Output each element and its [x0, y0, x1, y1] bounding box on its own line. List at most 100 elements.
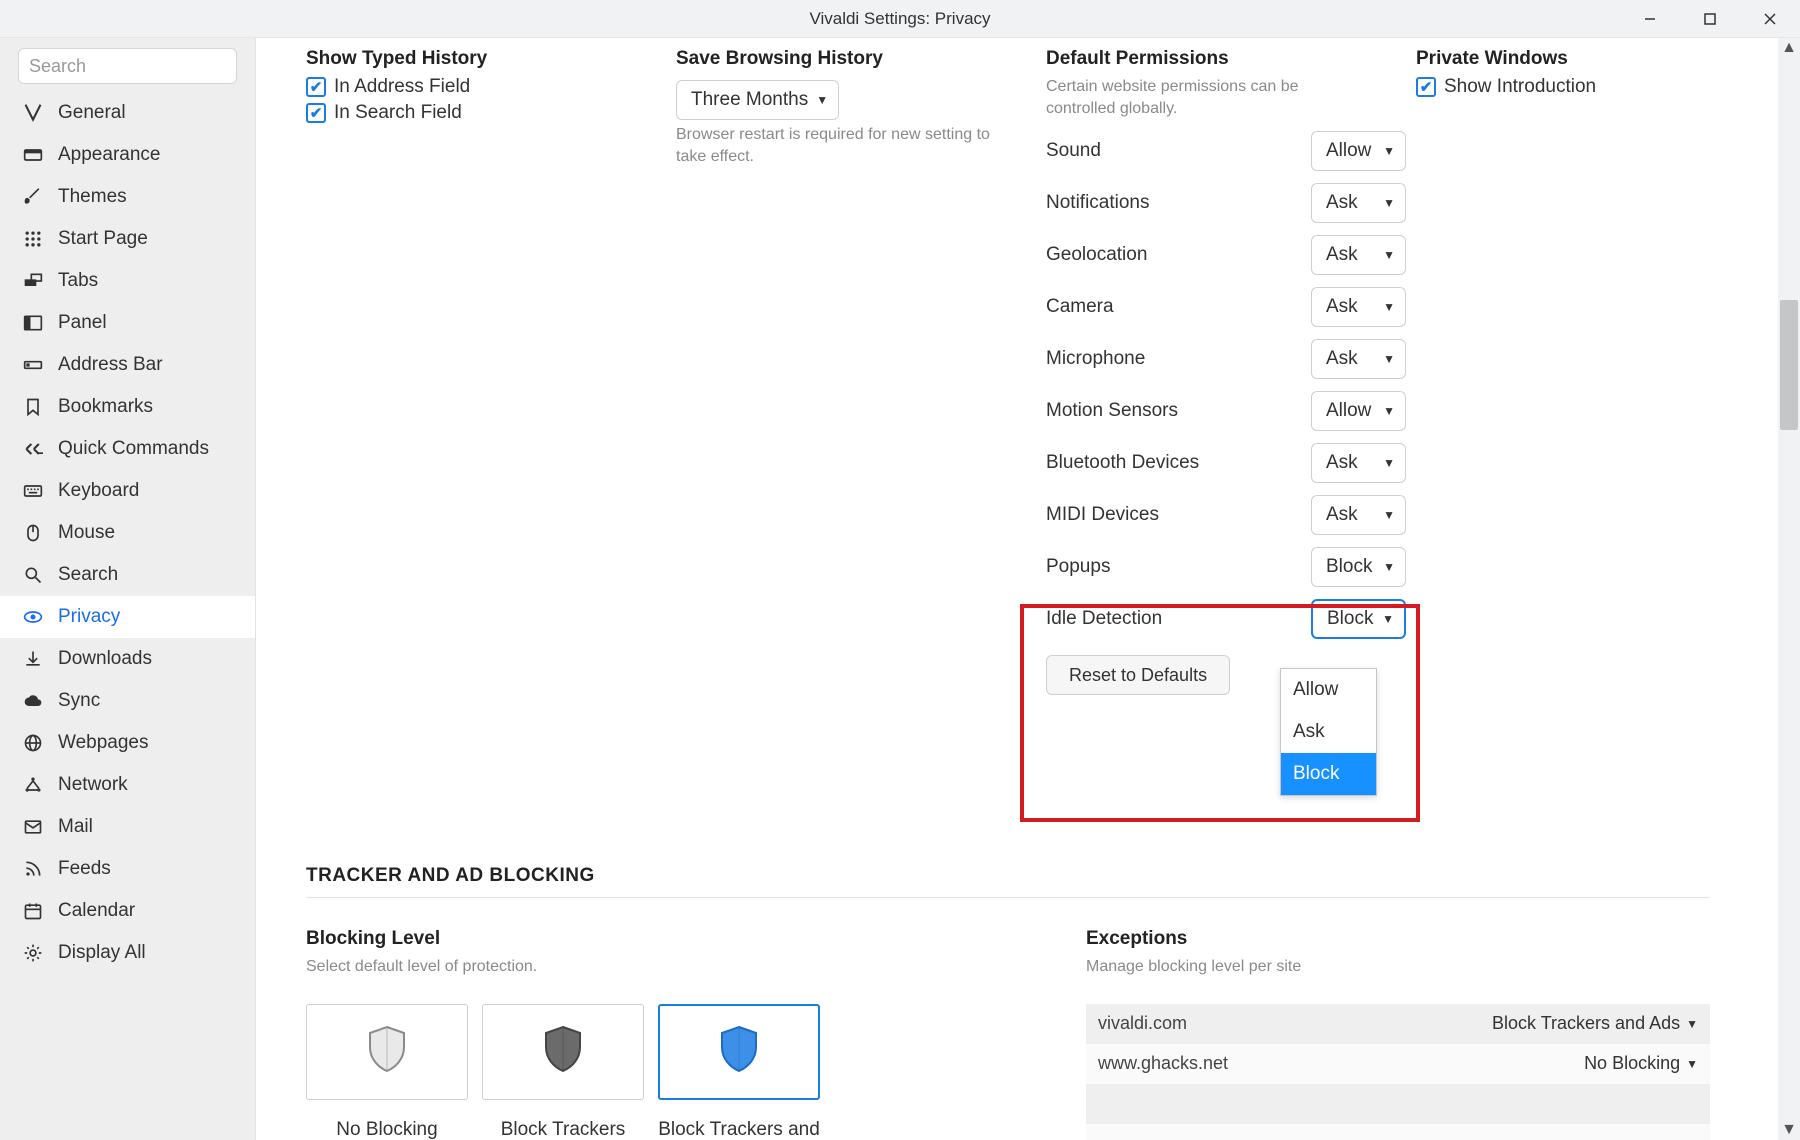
- sidebar-item-label: Quick Commands: [58, 438, 209, 460]
- scroll-thumb[interactable]: [1780, 300, 1798, 430]
- blocking-level-box[interactable]: [482, 1004, 644, 1100]
- dropdown-option-allow[interactable]: Allow: [1281, 669, 1376, 711]
- permission-select-midi-devices[interactable]: Ask▼: [1311, 495, 1406, 535]
- permission-label: Sound: [1046, 140, 1101, 162]
- permission-select-notifications[interactable]: Ask▼: [1311, 183, 1406, 223]
- sidebar-item-downloads[interactable]: Downloads: [0, 638, 255, 680]
- gear-icon: [22, 942, 44, 964]
- sidebar-item-general[interactable]: General: [0, 92, 255, 134]
- select-value: Allow: [1326, 400, 1371, 422]
- scrollbar[interactable]: ▲ ▼: [1778, 38, 1800, 1140]
- show-introduction-checkbox[interactable]: Show Introduction: [1416, 76, 1710, 98]
- permission-select-bluetooth-devices[interactable]: Ask▼: [1311, 443, 1406, 483]
- private-windows-heading: Private Windows: [1416, 48, 1710, 70]
- sidebar-item-search[interactable]: Search: [0, 554, 255, 596]
- permission-row-midi-devices: MIDI Devices Ask▼: [1046, 495, 1406, 535]
- typed-history-search-checkbox[interactable]: In Search Field: [306, 102, 666, 124]
- sidebar-item-tabs[interactable]: Tabs: [0, 260, 255, 302]
- sidebar-item-label: Panel: [58, 312, 107, 334]
- tracker-section-heading: TRACKER AND AD BLOCKING: [306, 865, 1710, 887]
- dropdown-option-ask[interactable]: Ask: [1281, 711, 1376, 753]
- check-icon: [1416, 77, 1436, 97]
- minimize-button[interactable]: [1620, 0, 1680, 37]
- sidebar-item-label: Mail: [58, 816, 93, 838]
- mail-icon: [22, 816, 44, 838]
- caret-down-icon: ▼: [1383, 144, 1395, 158]
- typed-history-heading: Show Typed History: [306, 48, 666, 70]
- permission-select-geolocation[interactable]: Ask ▼: [1311, 235, 1406, 275]
- permission-row-motion-sensors: Motion SensorsAllow▼: [1046, 391, 1406, 431]
- exception-row[interactable]: www.ghacks.net No Blocking ▼: [1086, 1044, 1710, 1084]
- sidebar-item-label: Bookmarks: [58, 396, 153, 418]
- search-input[interactable]: [18, 48, 237, 84]
- permission-label: Geolocation: [1046, 244, 1147, 266]
- sidebar-item-panel[interactable]: Panel: [0, 302, 255, 344]
- titlebar: Vivaldi Settings: Privacy: [0, 0, 1800, 38]
- caret-down-icon: ▼: [1383, 560, 1395, 574]
- exception-row[interactable]: vivaldi.com Block Trackers and Ads ▼: [1086, 1004, 1710, 1044]
- exception-site: vivaldi.com: [1098, 1013, 1187, 1034]
- permission-select-sound[interactable]: Allow▼: [1311, 131, 1406, 171]
- close-button[interactable]: [1740, 0, 1800, 37]
- caret-down-icon: ▼: [1383, 248, 1395, 262]
- permission-select-camera[interactable]: Ask▼: [1311, 287, 1406, 327]
- exception-value-select[interactable]: Block Trackers and Ads ▼: [1492, 1013, 1698, 1034]
- select-value: Ask: [1326, 348, 1358, 370]
- sidebar-item-calendar[interactable]: Calendar: [0, 890, 255, 932]
- typed-history-address-checkbox[interactable]: In Address Field: [306, 76, 666, 98]
- dropdown-option-block[interactable]: Block: [1281, 753, 1376, 795]
- sidebar-item-quick-commands[interactable]: Quick Commands: [0, 428, 255, 470]
- scroll-down-button[interactable]: ▼: [1778, 1120, 1800, 1140]
- browsing-history-select[interactable]: Three Months ▼: [676, 80, 839, 120]
- feeds-icon: [22, 858, 44, 880]
- sidebar-item-network[interactable]: Network: [0, 764, 255, 806]
- sidebar-item-sync[interactable]: Sync: [0, 680, 255, 722]
- caret-down-icon: ▼: [1383, 508, 1395, 522]
- idle-detection-dropdown[interactable]: AllowAskBlock: [1280, 668, 1377, 796]
- browsing-history-heading: Save Browsing History: [676, 48, 1036, 70]
- sidebar-item-themes[interactable]: Themes: [0, 176, 255, 218]
- blocking-level-box[interactable]: [306, 1004, 468, 1100]
- scroll-up-button[interactable]: ▲: [1778, 38, 1800, 58]
- sidebar-item-keyboard[interactable]: Keyboard: [0, 470, 255, 512]
- sidebar-item-privacy[interactable]: Privacy: [0, 596, 255, 638]
- sidebar-item-address-bar[interactable]: Address Bar: [0, 344, 255, 386]
- permission-label: Popups: [1046, 556, 1110, 578]
- permission-select-popups[interactable]: Block▼: [1311, 547, 1406, 587]
- sidebar-item-label: Privacy: [58, 606, 120, 628]
- browsing-history-note: Browser restart is required for new sett…: [676, 124, 996, 167]
- select-value: Ask: [1326, 244, 1358, 266]
- permission-select-motion-sensors[interactable]: Allow▼: [1311, 391, 1406, 431]
- sidebar-item-mail[interactable]: Mail: [0, 806, 255, 848]
- sidebar-item-start-page[interactable]: Start Page: [0, 218, 255, 260]
- sidebar-item-label: Display All: [58, 942, 146, 964]
- blocking-level-block-trackers: Block Trackers: [482, 1004, 644, 1140]
- sidebar-item-appearance[interactable]: Appearance: [0, 134, 255, 176]
- permission-select-idle-detection[interactable]: Block▼: [1311, 599, 1406, 639]
- sidebar-item-feeds[interactable]: Feeds: [0, 848, 255, 890]
- maximize-button[interactable]: [1680, 0, 1740, 37]
- exception-value-select[interactable]: No Blocking ▼: [1584, 1053, 1698, 1074]
- sidebar-item-webpages[interactable]: Webpages: [0, 722, 255, 764]
- window-title: Vivaldi Settings: Privacy: [809, 9, 990, 29]
- vivaldi-icon: [22, 102, 44, 124]
- blocking-level-box[interactable]: [658, 1004, 820, 1100]
- permission-select-microphone[interactable]: Ask▼: [1311, 339, 1406, 379]
- appearance-icon: [22, 144, 44, 166]
- caret-down-icon: ▼: [1382, 612, 1394, 626]
- sidebar-item-mouse[interactable]: Mouse: [0, 512, 255, 554]
- permission-label: Microphone: [1046, 348, 1145, 370]
- permission-label: MIDI Devices: [1046, 504, 1159, 526]
- sidebar-item-bookmarks[interactable]: Bookmarks: [0, 386, 255, 428]
- checkbox-label: In Search Field: [334, 102, 462, 124]
- permission-label: Camera: [1046, 296, 1114, 318]
- bookmark-icon: [22, 396, 44, 418]
- sidebar-item-display-all[interactable]: Display All: [0, 932, 255, 974]
- permission-row-geolocation: Geolocation Ask ▼: [1046, 235, 1406, 275]
- section-divider: [306, 897, 1710, 898]
- sidebar-item-label: Downloads: [58, 648, 152, 670]
- exception-site: www.ghacks.net: [1098, 1053, 1228, 1074]
- sidebar-item-label: General: [58, 102, 126, 124]
- reset-defaults-button[interactable]: Reset to Defaults: [1046, 655, 1230, 695]
- blocking-level-label: Block Trackers and Ads: [658, 1118, 820, 1140]
